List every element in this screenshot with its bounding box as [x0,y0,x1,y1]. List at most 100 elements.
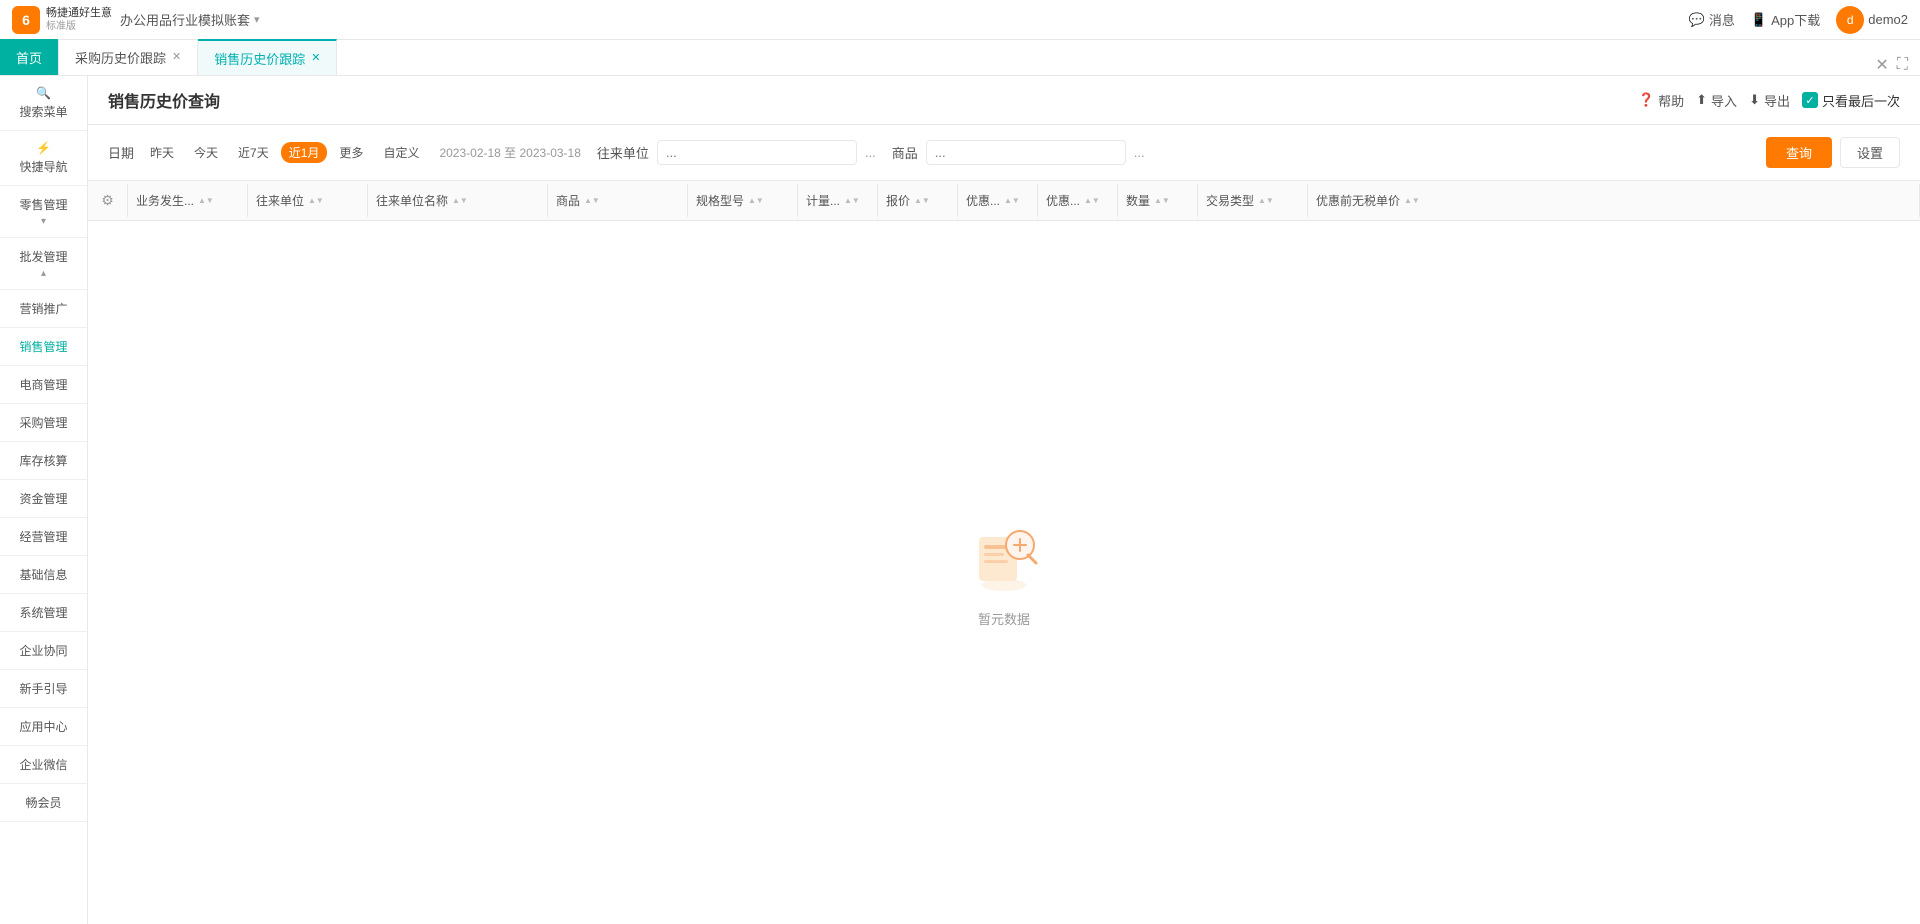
th-product[interactable]: 商品 ▲▼ [548,184,688,217]
import-button[interactable]: ⬆ 导入 [1696,91,1737,110]
logo-area: 6 畅捷通好生意 标准版 [12,6,112,34]
partner-filter-group: 往来单位 ... [597,140,876,165]
tab-sales-history[interactable]: 销售历史价跟踪 ✕ [198,39,337,75]
close-purchase-tab-icon[interactable]: ✕ [172,52,181,63]
tab-bar: 首页 采购历史价跟踪 ✕ 销售历史价跟踪 ✕ ✕ ⛶ [0,40,1920,76]
sales-history-tab-label: 销售历史价跟踪 [214,49,305,68]
th-price[interactable]: 报价 ▲▼ [878,184,958,217]
tab-purchase-history[interactable]: 采购历史价跟踪 ✕ [59,39,198,75]
sidebar-item-search-menu[interactable]: 🔍 搜索菜单 [0,76,87,131]
sidebar-item-marketing[interactable]: 营销推广 [0,290,87,328]
tab-home[interactable]: 首页 [0,39,59,75]
workspace-selector[interactable]: 办公用品行业模拟账套 ▾ [120,10,260,29]
th-discount1[interactable]: 优惠... ▲▼ [958,184,1038,217]
header-actions: ❓ 帮助 ⬆ 导入 ⬇ 导出 ✓ 只看最后一次 [1638,91,1900,110]
th-trade-type[interactable]: 交易类型 ▲▼ [1198,184,1308,217]
tab-bar-right: ✕ ⛶ [1875,55,1920,75]
th-partner-code[interactable]: 往来单位 ▲▼ [248,184,368,217]
th-trade-type-label: 交易类型 [1206,192,1254,209]
close-all-tabs-icon[interactable]: ✕ [1875,55,1888,75]
th-discount2[interactable]: 优惠... ▲▼ [1038,184,1118,217]
sidebar-item-basic-info[interactable]: 基础信息 [0,556,87,594]
sidebar-item-finance[interactable]: 资金管理 [0,480,87,518]
sidebar-item-member[interactable]: 畅会员 [0,784,87,822]
help-button[interactable]: ❓ 帮助 [1638,91,1684,110]
top-bar: 6 畅捷通好生意 标准版 办公用品行业模拟账套 ▾ 💬 消息 📱 App下载 d… [0,0,1920,40]
sidebar-item-sales-mgmt[interactable]: 销售管理 [0,328,87,366]
date-btn-more[interactable]: 更多 [331,142,371,163]
sidebar-item-wholesale-mgmt[interactable]: 批发管理 ▴ [0,238,87,290]
th-discount1-label: 优惠... [966,192,1000,209]
sidebar-item-retail-mgmt[interactable]: 零售管理 ▾ [0,186,87,238]
empty-state: 暂元数据 [88,221,1920,924]
product-filter-label: 商品 [892,143,918,162]
th-notax-price-label: 优惠前无税单价 [1316,192,1400,209]
sidebar: 🔍 搜索菜单 ⚡ 快捷导航 零售管理 ▾ 批发管理 ▴ 营销推广 销售管理 电商… [0,76,88,924]
sort-icon: ▲▼ [1084,197,1100,205]
sort-icon: ▲▼ [844,197,860,205]
only-last-checkbox[interactable]: ✓ 只看最后一次 [1802,91,1900,110]
date-btn-yesterday[interactable]: 昨天 [142,142,182,163]
th-price-label: 报价 [886,192,910,209]
mobile-icon: 📱 [1751,12,1767,28]
sidebar-item-wechat[interactable]: 企业微信 [0,746,87,784]
date-btn-1month[interactable]: 近1月 [281,142,328,163]
sort-icon: ▲▼ [748,197,764,205]
sidebar-item-purchase-mgmt[interactable]: 采购管理 [0,404,87,442]
import-icon: ⬆ [1696,92,1707,108]
th-partner-name[interactable]: 往来单位名称 ▲▼ [368,184,548,217]
avatar: d [1836,6,1864,34]
sidebar-item-operations[interactable]: 经营管理 [0,518,87,556]
sort-icon: ▲▼ [1258,197,1274,205]
quick-nav-icon: ⚡ [36,141,51,155]
sidebar-item-system[interactable]: 系统管理 [0,594,87,632]
app-download-button[interactable]: 📱 App下载 [1751,10,1820,29]
sidebar-item-inventory[interactable]: 库存核算 [0,442,87,480]
date-btn-custom[interactable]: 自定义 [375,142,427,163]
export-button[interactable]: ⬇ 导出 [1749,91,1790,110]
th-gear[interactable]: ⚙ [88,184,128,217]
search-icon: 🔍 [36,86,51,100]
sidebar-item-quick-nav[interactable]: ⚡ 快捷导航 [0,131,87,186]
date-btn-7days[interactable]: 近7天 [230,142,277,163]
th-spec-label: 规格型号 [696,192,744,209]
message-button[interactable]: 💬 消息 [1689,10,1735,29]
th-unit-label: 计量... [806,192,840,209]
th-date[interactable]: 业务发生... ▲▼ [128,184,248,217]
empty-text: 暂元数据 [978,609,1030,628]
close-sales-tab-icon[interactable]: ✕ [311,53,320,64]
th-discount2-label: 优惠... [1046,192,1080,209]
query-button[interactable]: 查询 [1766,137,1832,168]
sidebar-item-guide[interactable]: 新手引导 [0,670,87,708]
purchase-history-tab-label: 采购历史价跟踪 [75,48,166,67]
expand-icon[interactable]: ⛶ [1897,56,1908,74]
settings-icon: ⚙ [101,192,114,209]
th-product-label: 商品 [556,192,580,209]
partner-filter-label: 往来单位 [597,143,649,162]
user-avatar-button[interactable]: d demo2 [1836,6,1908,34]
th-partner-name-label: 往来单位名称 [376,192,448,209]
partner-dots: ... [865,145,876,160]
th-unit[interactable]: 计量... ▲▼ [798,184,878,217]
date-filter-group: 日期 昨天 今天 近7天 近1月 更多 自定义 2023-02-18 至 202… [108,142,581,163]
th-notax-price[interactable]: 优惠前无税单价 ▲▼ [1308,184,1920,217]
th-qty-label: 数量 [1126,192,1150,209]
partner-filter-input[interactable] [657,140,857,165]
sort-icon: ▲▼ [308,197,324,205]
date-filter-label: 日期 [108,143,134,162]
sidebar-item-enterprise[interactable]: 企业协同 [0,632,87,670]
page-header: 销售历史价查询 ❓ 帮助 ⬆ 导入 ⬇ 导出 ✓ [88,76,1920,125]
th-date-label: 业务发生... [136,192,194,209]
th-spec[interactable]: 规格型号 ▲▼ [688,184,798,217]
empty-state-icon [964,517,1044,597]
sort-icon: ▲▼ [1004,197,1020,205]
th-qty[interactable]: 数量 ▲▼ [1118,184,1198,217]
checkbox-icon: ✓ [1802,92,1818,108]
product-filter-input[interactable] [926,140,1126,165]
sidebar-item-app-center[interactable]: 应用中心 [0,708,87,746]
filter-row: 日期 昨天 今天 近7天 近1月 更多 自定义 2023-02-18 至 202… [88,125,1920,181]
sort-icon: ▲▼ [584,197,600,205]
settings-button[interactable]: 设置 [1840,137,1900,168]
sidebar-item-ecommerce[interactable]: 电商管理 [0,366,87,404]
date-btn-today[interactable]: 今天 [186,142,226,163]
